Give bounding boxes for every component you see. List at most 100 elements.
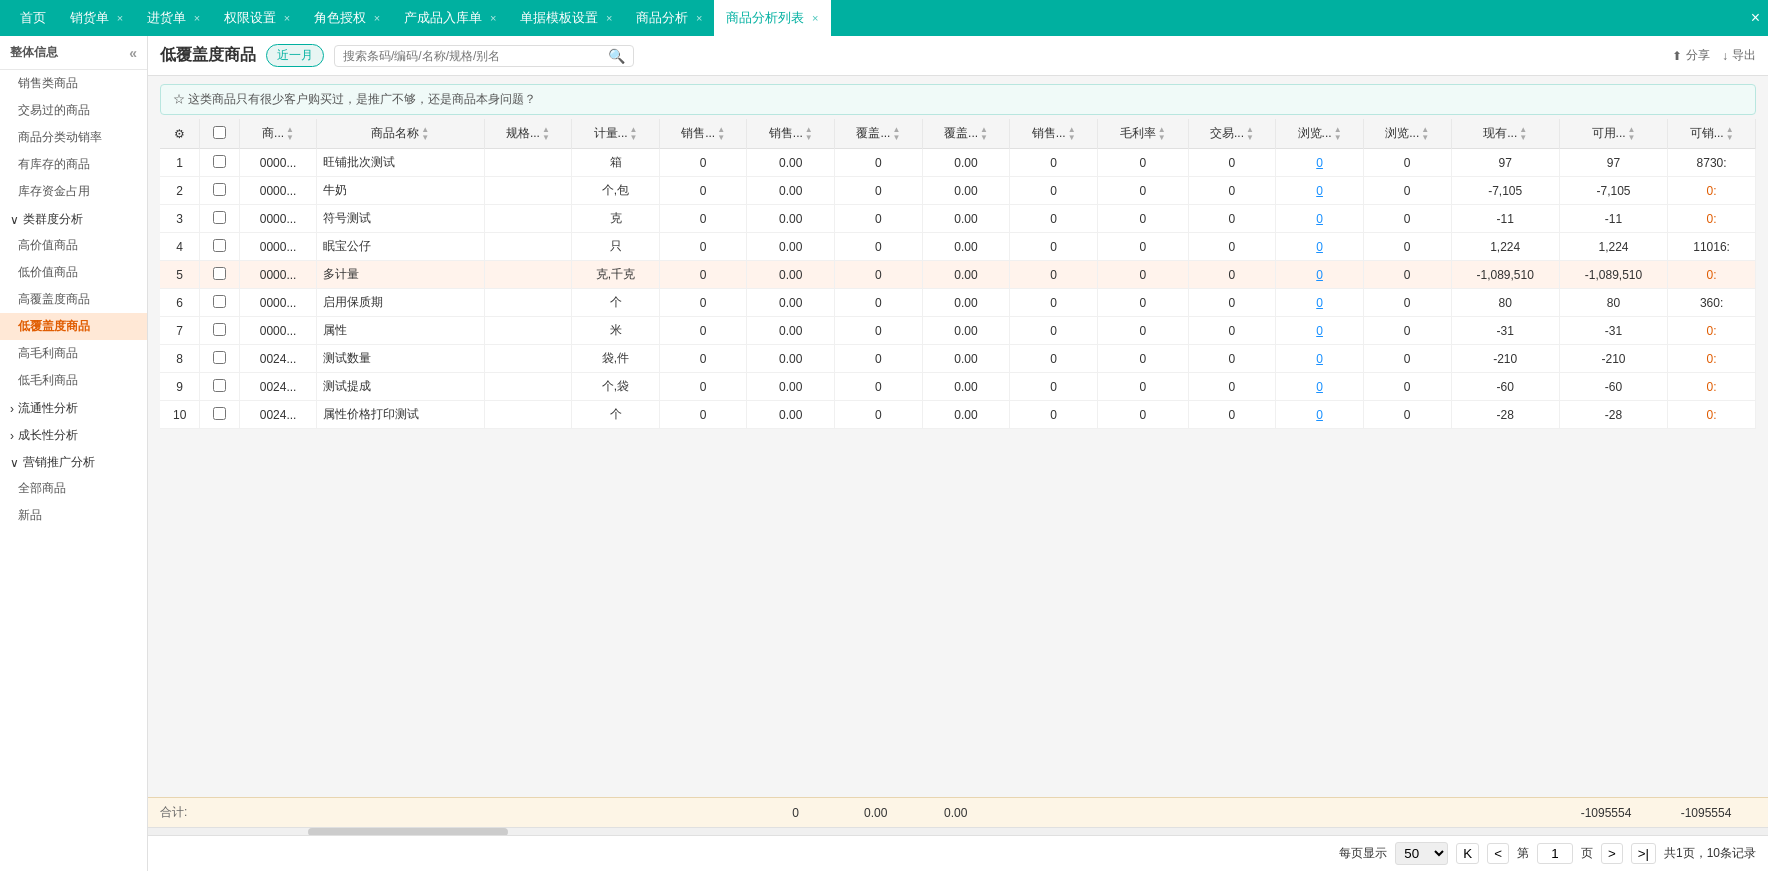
row-view1[interactable]: 0 <box>1276 345 1364 373</box>
col-view2[interactable]: 浏览...▲▼ <box>1363 119 1451 149</box>
row-select[interactable] <box>213 407 226 420</box>
sidebar-item-capital[interactable]: 库存资金占用 <box>0 178 147 205</box>
col-name[interactable]: 商品名称▲▼ <box>316 119 484 149</box>
row-view1[interactable]: 0 <box>1276 289 1364 317</box>
col-available[interactable]: 可用...▲▼ <box>1559 119 1667 149</box>
row-checkbox[interactable] <box>200 205 240 233</box>
nav-tab-role[interactable]: 角色授权 × <box>302 0 392 36</box>
sidebar-item-new-goods[interactable]: 新品 <box>0 502 147 529</box>
sidebar-group-category[interactable]: ∨ 类群度分析 <box>0 205 147 232</box>
main-layout: 整体信息 « 销售类商品 交易过的商品 商品分类动销率 有库存的商品 库存资金占… <box>0 36 1768 871</box>
nav-tab-analysis-list[interactable]: 商品分析列表 × <box>714 0 830 36</box>
page-number-input[interactable] <box>1537 843 1573 864</box>
sidebar-item-high-profit[interactable]: 高毛利商品 <box>0 340 147 367</box>
row-checkbox[interactable] <box>200 233 240 261</box>
col-gross-rate[interactable]: 毛利率▲▼ <box>1097 119 1188 149</box>
col-cover2[interactable]: 覆盖...▲▼ <box>922 119 1010 149</box>
row-view1[interactable]: 0 <box>1276 233 1364 261</box>
first-page-button[interactable]: K <box>1456 843 1479 864</box>
row-view1[interactable]: 0 <box>1276 401 1364 429</box>
close-icon[interactable]: × <box>194 12 200 24</box>
close-icon[interactable]: × <box>812 12 818 24</box>
sidebar-item-traded-goods[interactable]: 交易过的商品 <box>0 97 147 124</box>
last-page-button[interactable]: >| <box>1631 843 1656 864</box>
row-view1[interactable]: 0 <box>1276 149 1364 177</box>
horizontal-scrollbar[interactable] <box>148 827 1768 835</box>
row-select[interactable] <box>213 183 226 196</box>
row-select[interactable] <box>213 267 226 280</box>
sidebar-item-low-coverage[interactable]: 低覆盖度商品 <box>0 313 147 340</box>
sidebar-item-stock-goods[interactable]: 有库存的商品 <box>0 151 147 178</box>
export-button[interactable]: ↓ 导出 <box>1722 47 1756 64</box>
sidebar-collapse-button[interactable]: « <box>129 45 137 61</box>
row-view1[interactable]: 0 <box>1276 317 1364 345</box>
sidebar-item-sales-goods[interactable]: 销售类商品 <box>0 70 147 97</box>
close-icon[interactable]: × <box>490 12 496 24</box>
nav-tab-product[interactable]: 产成品入库单 × <box>392 0 508 36</box>
row-view1[interactable]: 0 <box>1276 177 1364 205</box>
sidebar-item-low-profit[interactable]: 低毛利商品 <box>0 367 147 394</box>
col-sales-amt[interactable]: 销售...▲▼ <box>747 119 835 149</box>
row-select[interactable] <box>213 239 226 252</box>
sidebar-group-marketing[interactable]: ∨ 营销推广分析 <box>0 448 147 475</box>
nav-tab-permission[interactable]: 权限设置 × <box>212 0 302 36</box>
close-icon[interactable]: × <box>284 12 290 24</box>
col-sales2[interactable]: 销售...▲▼ <box>1010 119 1098 149</box>
row-view1[interactable]: 0 <box>1276 261 1364 289</box>
sidebar-group-flow[interactable]: › 流通性分析 <box>0 394 147 421</box>
share-button[interactable]: ⬆ 分享 <box>1672 47 1710 64</box>
close-icon[interactable]: × <box>374 12 380 24</box>
sidebar-group-growth[interactable]: › 成长性分析 <box>0 421 147 448</box>
filter-period-button[interactable]: 近一月 <box>266 44 324 67</box>
col-saleable[interactable]: 可销...▲▼ <box>1668 119 1756 149</box>
nav-tab-purchase[interactable]: 进货单 × <box>135 0 212 36</box>
next-page-button[interactable]: > <box>1601 843 1623 864</box>
sidebar-item-low-value[interactable]: 低价值商品 <box>0 259 147 286</box>
col-stock[interactable]: 现有...▲▼ <box>1451 119 1559 149</box>
col-code[interactable]: 商...▲▼ <box>240 119 317 149</box>
sidebar-item-all-goods[interactable]: 全部商品 <box>0 475 147 502</box>
row-checkbox[interactable] <box>200 373 240 401</box>
row-select[interactable] <box>213 155 226 168</box>
row-checkbox[interactable] <box>200 289 240 317</box>
nav-tab-home[interactable]: 首页 <box>8 0 58 36</box>
col-cover1[interactable]: 覆盖...▲▼ <box>835 119 923 149</box>
row-select[interactable] <box>213 323 226 336</box>
search-icon[interactable]: 🔍 <box>608 48 625 64</box>
col-trade[interactable]: 交易...▲▼ <box>1188 119 1276 149</box>
close-icon[interactable]: × <box>117 12 123 24</box>
row-checkbox[interactable] <box>200 317 240 345</box>
row-checkbox[interactable] <box>200 149 240 177</box>
row-select[interactable] <box>213 379 226 392</box>
row-checkbox[interactable] <box>200 261 240 289</box>
row-view1[interactable]: 0 <box>1276 373 1364 401</box>
row-select[interactable] <box>213 351 226 364</box>
row-select[interactable] <box>213 295 226 308</box>
sidebar-item-category-rate[interactable]: 商品分类动销率 <box>0 124 147 151</box>
row-select[interactable] <box>213 211 226 224</box>
row-checkbox[interactable] <box>200 345 240 373</box>
prev-page-button[interactable]: < <box>1487 843 1509 864</box>
nav-tab-template[interactable]: 单据模板设置 × <box>508 0 624 36</box>
row-view1[interactable]: 0 <box>1276 205 1364 233</box>
col-spec[interactable]: 规格...▲▼ <box>484 119 572 149</box>
checkbox-header[interactable] <box>200 119 240 149</box>
per-page-select[interactable]: 50 20 100 <box>1395 842 1448 865</box>
nav-tab-analysis[interactable]: 商品分析 × <box>624 0 714 36</box>
close-all-tabs[interactable]: × <box>1751 10 1760 26</box>
sidebar-item-high-value[interactable]: 高价值商品 <box>0 232 147 259</box>
col-unit[interactable]: 计量...▲▼ <box>572 119 660 149</box>
row-checkbox[interactable] <box>200 401 240 429</box>
col-sales-qty[interactable]: 销售...▲▼ <box>659 119 747 149</box>
close-icon[interactable]: × <box>606 12 612 24</box>
row-checkbox[interactable] <box>200 177 240 205</box>
col-view1[interactable]: 浏览...▲▼ <box>1276 119 1364 149</box>
select-all-checkbox[interactable] <box>213 126 226 139</box>
row-cover1: 0 <box>835 205 923 233</box>
sidebar-item-high-coverage[interactable]: 高覆盖度商品 <box>0 286 147 313</box>
search-input[interactable] <box>343 49 608 63</box>
table-container[interactable]: ⚙ 商...▲▼ 商品名称▲▼ 规格...▲▼ 计量...▲▼ 销售...▲▼ … <box>160 119 1756 797</box>
settings-header[interactable]: ⚙ <box>160 119 200 149</box>
nav-tab-sales[interactable]: 销货单 × <box>58 0 135 36</box>
close-icon[interactable]: × <box>696 12 702 24</box>
